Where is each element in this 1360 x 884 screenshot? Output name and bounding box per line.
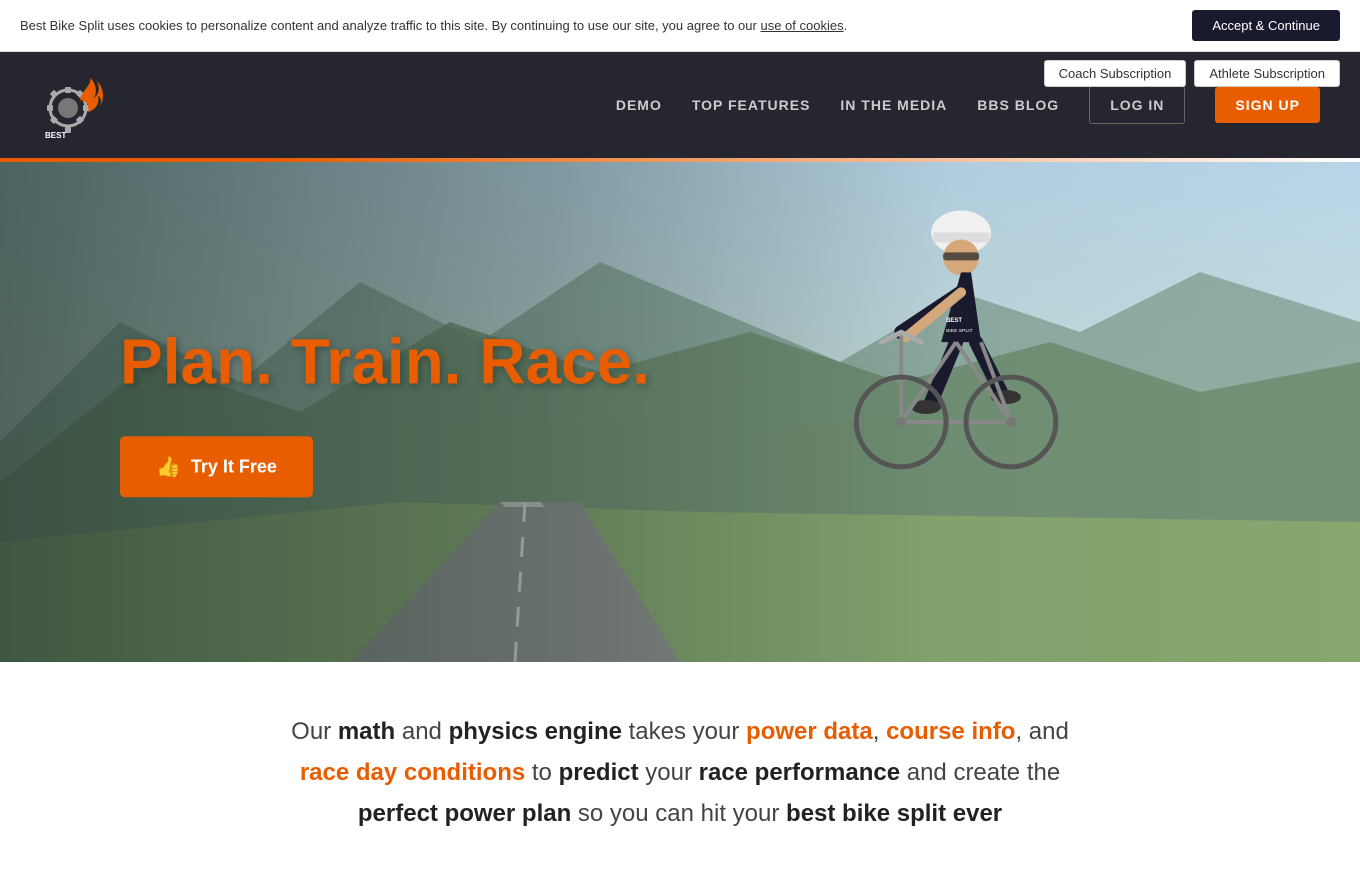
athlete-subscription-button[interactable]: Athlete Subscription	[1194, 60, 1340, 87]
desc-perfect-plan: perfect power plan	[358, 800, 571, 827]
desc-create: and create the	[900, 759, 1060, 786]
nav-blog[interactable]: BBS BLOG	[977, 97, 1059, 113]
desc-race-perf: race performance	[699, 759, 900, 786]
nav-features[interactable]: TOP FEATURES	[692, 97, 811, 113]
desc-race-day: race day conditions	[300, 759, 525, 786]
nav-demo[interactable]: DEMO	[616, 97, 662, 113]
desc-your: your	[639, 759, 699, 786]
hero-content: Plan. Train. Race. 👍 Try It Free	[120, 326, 650, 497]
desc-predict: predict	[559, 759, 639, 786]
desc-to: to	[525, 759, 558, 786]
desc-comma: ,	[873, 718, 880, 745]
description-text: Our math and physics engine takes your p…	[180, 712, 1180, 834]
desc-math: math	[338, 718, 395, 745]
description-section: Our math and physics engine takes your p…	[0, 662, 1360, 884]
hero-cyclist-figure: BEST BIKE SPLIT	[612, 162, 1360, 662]
logo-icon: BEST BIKE SPLIT	[40, 70, 110, 140]
try-free-button[interactable]: 👍 Try It Free	[120, 437, 313, 498]
desc-our: Our	[291, 718, 338, 745]
hero-section: BEST BIKE SPLIT	[0, 162, 1360, 662]
top-links-area: Coach Subscription Athlete Subscription	[1044, 60, 1340, 87]
svg-text:BEST: BEST	[45, 131, 66, 140]
desc-and2: , and	[1015, 718, 1068, 745]
desc-so: so you can hit your	[571, 800, 786, 827]
cookie-text: Best Bike Split uses cookies to personal…	[20, 18, 847, 33]
desc-physics: physics engine	[449, 718, 622, 745]
desc-power-data: power data	[746, 718, 873, 745]
desc-course-info: course info	[886, 718, 1015, 745]
svg-text:BEST: BEST	[946, 318, 962, 324]
cookie-accept-button[interactable]: Accept & Continue	[1192, 10, 1340, 41]
hero-title: Plan. Train. Race.	[120, 326, 650, 396]
desc-takes: takes your	[622, 718, 746, 745]
svg-text:BIKE SPLIT: BIKE SPLIT	[946, 328, 973, 334]
cookie-banner: Best Bike Split uses cookies to personal…	[0, 0, 1360, 52]
desc-and: and	[395, 718, 448, 745]
login-button[interactable]: LOG IN	[1089, 86, 1185, 124]
desc-best-split: best bike split ever	[786, 800, 1002, 827]
logo-area[interactable]: BEST BIKE SPLIT	[40, 70, 110, 140]
nav-media[interactable]: IN THE MEDIA	[840, 97, 947, 113]
coach-subscription-button[interactable]: Coach Subscription	[1044, 60, 1187, 87]
thumbs-up-icon: 👍	[156, 455, 181, 480]
signup-button[interactable]: SIGN UP	[1215, 87, 1320, 123]
main-nav: DEMO TOP FEATURES IN THE MEDIA BBS BLOG …	[616, 86, 1320, 124]
cookie-link[interactable]: use of cookies	[760, 18, 843, 33]
